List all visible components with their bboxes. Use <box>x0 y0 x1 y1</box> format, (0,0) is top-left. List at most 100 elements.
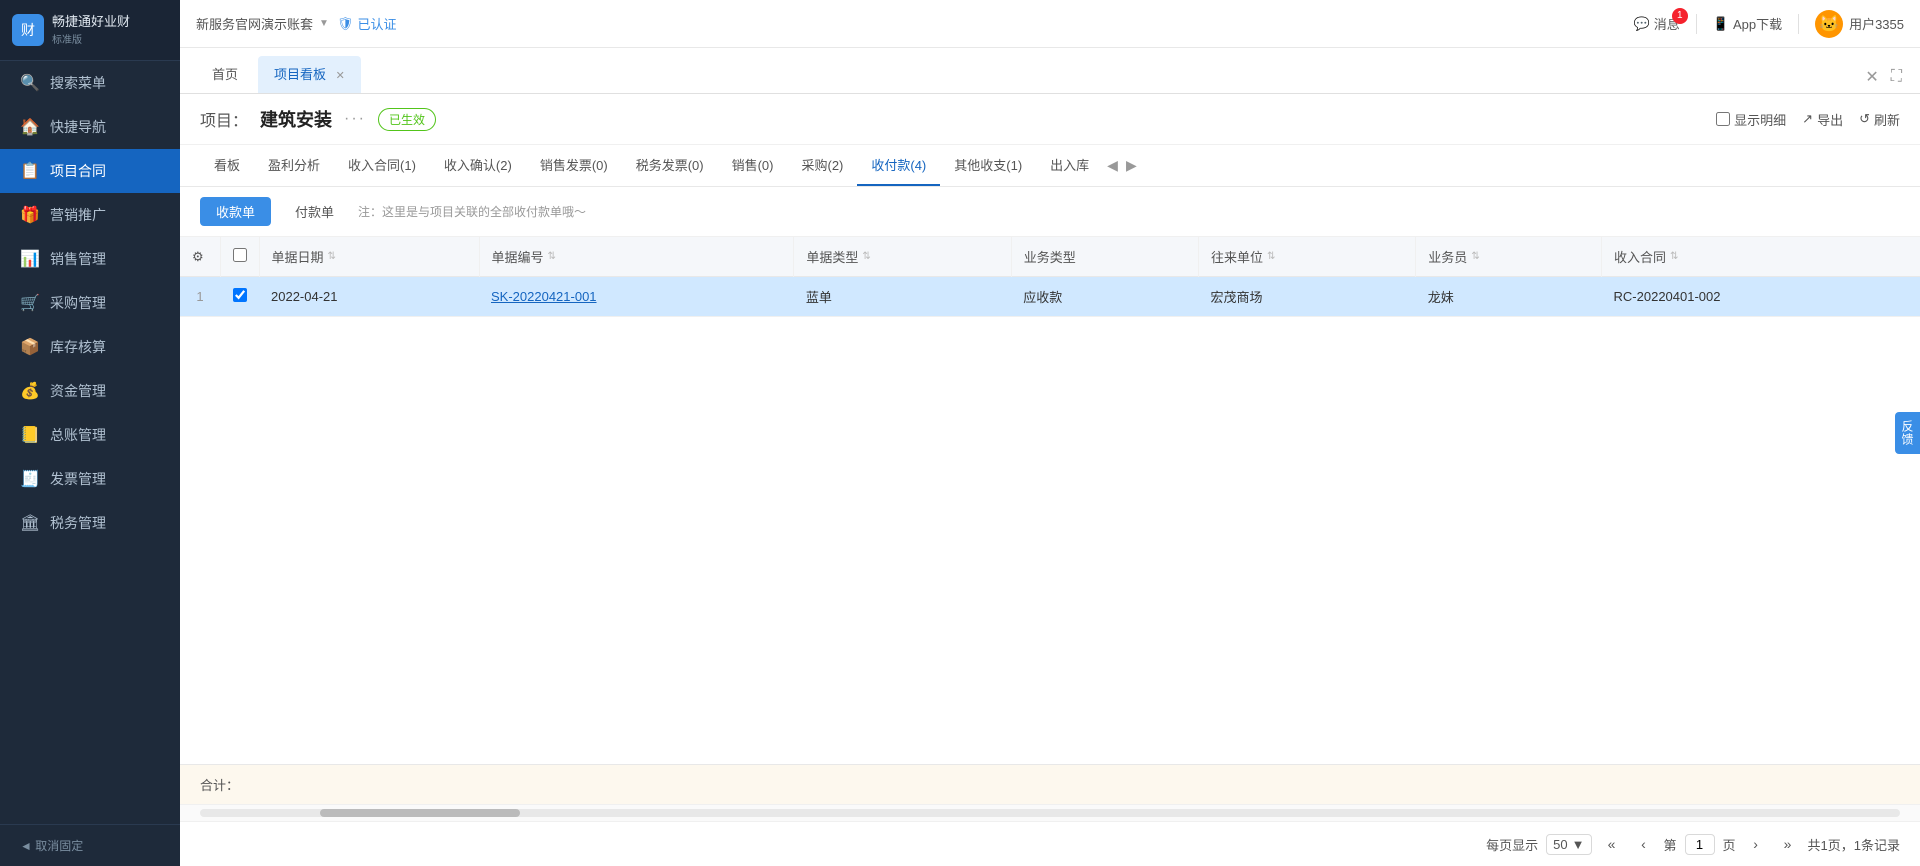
sidebar-item-marketing[interactable]: 🎁 营销推广 <box>0 193 180 237</box>
scroll-track[interactable] <box>200 809 1900 817</box>
sub-nav-income-contract[interactable]: 收入合同(1) <box>334 145 430 186</box>
next-page-button[interactable]: › <box>1744 832 1768 856</box>
row-number-link[interactable]: SK-20220421-001 <box>491 289 597 304</box>
project-title: 建筑安装 <box>260 106 332 132</box>
project-more-button[interactable]: ··· <box>344 110 366 128</box>
sidebar-item-inventory[interactable]: 📦 库存核算 <box>0 325 180 369</box>
sub-nav-income-confirm[interactable]: 收入确认(2) <box>430 145 526 186</box>
sidebar-header: 财 畅捷通好业财 标准版 <box>0 0 180 61</box>
invoice-icon: 🧾 <box>20 469 40 489</box>
search-icon: 🔍 <box>20 73 40 93</box>
prev-page-button[interactable]: ‹ <box>1632 832 1656 856</box>
row-partner: 宏茂商场 <box>1198 277 1415 317</box>
chevron-down-icon: ▼ <box>1572 837 1585 852</box>
first-page-button[interactable]: « <box>1600 832 1624 856</box>
col-number: 单据编号 ⇅ <box>479 237 794 277</box>
sidebar-item-ledger[interactable]: 📒 总账管理 <box>0 413 180 457</box>
sidebar-scroll: 🔍 搜索菜单 🏠 快捷导航 📋 项目合同 🎁 营销推广 📊 销售管理 🛒 采购管… <box>0 61 180 824</box>
show-detail-checkbox[interactable]: 显示明细 <box>1716 110 1786 129</box>
row-checkbox[interactable] <box>233 288 247 302</box>
page-number-input[interactable] <box>1685 834 1715 855</box>
sub-nav-other-expense[interactable]: 其他收支(1) <box>940 145 1036 186</box>
sort-icon[interactable]: ⇅ <box>862 251 870 262</box>
show-detail-input[interactable] <box>1716 112 1730 126</box>
tabbar-actions: ✕ ⛶ <box>1863 65 1904 93</box>
col-gear: ⚙ <box>180 237 220 277</box>
sidebar-item-fund[interactable]: 💰 资金管理 <box>0 369 180 413</box>
sub-nav-receipt[interactable]: 收付款(4) <box>857 145 940 186</box>
sidebar-item-tax[interactable]: 🏛 税务管理 <box>0 501 180 545</box>
col-income-contract: 收入合同 ⇅ <box>1602 237 1920 277</box>
payment-tab-button[interactable]: 付款单 <box>279 197 350 226</box>
col-type: 单据类型 ⇅ <box>794 237 1011 277</box>
sidebar-item-label: 库存核算 <box>50 337 106 357</box>
sub-nav-sales[interactable]: 销售(0) <box>718 145 788 186</box>
sub-nav-tax-invoice[interactable]: 税务发票(0) <box>622 145 718 186</box>
app-name: 畅捷通好业财 <box>52 14 130 31</box>
messages-button[interactable]: 💬 消息 1 <box>1634 14 1680 33</box>
sidebar-item-search[interactable]: 🔍 搜索菜单 <box>0 61 180 105</box>
sidebar-item-purchase[interactable]: 🛒 采购管理 <box>0 281 180 325</box>
expand-icon[interactable]: ⛶ <box>1889 66 1904 88</box>
user-menu[interactable]: 🐱 用户3355 <box>1815 10 1904 38</box>
col-partner-label: 往来单位 <box>1211 247 1263 266</box>
gear-icon[interactable]: ⚙ <box>192 249 204 264</box>
sub-nav-sales-invoice[interactable]: 销售发票(0) <box>526 145 622 186</box>
tab-close-icon[interactable]: ✕ <box>336 70 345 82</box>
marketing-icon: 🎁 <box>20 205 40 225</box>
page-size-selector[interactable]: 50 ▼ <box>1546 834 1591 855</box>
tab-project-board[interactable]: 项目看板 ✕ <box>258 56 361 93</box>
table-container: ⚙ 单据日期 ⇅ 单据编号 <box>180 237 1920 764</box>
tax-icon: 🏛 <box>20 513 40 533</box>
sub-nav-kanban[interactable]: 看板 <box>200 145 254 186</box>
sidebar-unpin-button[interactable]: ◄ 取消固定 <box>0 824 180 866</box>
tab-home[interactable]: 首页 <box>196 56 254 93</box>
account-selector[interactable]: 新服务官网演示账套 ▼ <box>196 14 329 33</box>
show-detail-label: 显示明细 <box>1734 110 1786 129</box>
sub-nav-profit[interactable]: 盈利分析 <box>254 145 334 186</box>
receipt-tab-button[interactable]: 收款单 <box>200 197 271 226</box>
home-icon: 🏠 <box>20 117 40 137</box>
row-type: 蓝单 <box>794 277 1011 317</box>
tab-project-board-label: 项目看板 <box>274 67 326 82</box>
verified-badge: 🛡 已认证 <box>337 14 397 33</box>
project-header: 项目： 建筑安装 ··· 已生效 显示明细 ↗ 导出 ↺ 刷新 <box>180 94 1920 145</box>
sub-nav-warehouse[interactable]: 出入库 <box>1036 145 1103 186</box>
sort-icon[interactable]: ⇅ <box>1471 251 1479 262</box>
sidebar-item-invoice[interactable]: 🧾 发票管理 <box>0 457 180 501</box>
app-download-button[interactable]: 📱 App下载 <box>1713 14 1782 33</box>
select-all-checkbox[interactable] <box>233 248 247 262</box>
sort-icon[interactable]: ⇅ <box>1267 251 1275 262</box>
sidebar-item-label: 税务管理 <box>50 513 106 533</box>
sidebar-item-shortcut[interactable]: 🏠 快捷导航 <box>0 105 180 149</box>
page-suffix: 页 <box>1723 835 1736 854</box>
export-button[interactable]: ↗ 导出 <box>1802 110 1843 129</box>
chevron-down-icon: ▼ <box>319 18 329 29</box>
sort-icon[interactable]: ⇅ <box>328 251 336 262</box>
refresh-button[interactable]: ↺ 刷新 <box>1859 110 1900 129</box>
sales-icon: 📊 <box>20 249 40 269</box>
divider <box>1798 14 1799 34</box>
feedback-button[interactable]: 反馈 <box>1895 412 1920 454</box>
sidebar-item-sales[interactable]: 📊 销售管理 <box>0 237 180 281</box>
last-page-button[interactable]: » <box>1776 832 1800 856</box>
pagination-summary: 共1页，1条记录 <box>1808 835 1900 854</box>
row-date: 2022-04-21 <box>259 277 479 317</box>
sub-nav-next-arrow[interactable]: ▶ <box>1122 149 1141 182</box>
tabbar: 首页 项目看板 ✕ ✕ ⛶ <box>180 48 1920 94</box>
row-checkbox-cell <box>220 277 259 317</box>
table-row[interactable]: 1 2022-04-21 SK-20220421-001 蓝单 应收款 宏茂商场… <box>180 277 1920 317</box>
topbar-left: 新服务官网演示账套 ▼ 🛡 已认证 <box>196 14 1618 33</box>
close-window-icon[interactable]: ✕ <box>1863 65 1880 89</box>
sidebar-item-project[interactable]: 📋 项目合同 <box>0 149 180 193</box>
sub-nav-purchase[interactable]: 采购(2) <box>787 145 857 186</box>
project-header-right: 显示明细 ↗ 导出 ↺ 刷新 <box>1716 110 1900 129</box>
secondary-tab-note: 注：这里是与项目关联的全部收付款单哦～ <box>358 203 586 220</box>
sub-nav-prev-arrow[interactable]: ◀ <box>1103 149 1122 182</box>
sort-icon[interactable]: ⇅ <box>548 251 556 262</box>
app-edition: 标准版 <box>52 31 130 46</box>
sidebar-item-label: 总账管理 <box>50 425 106 445</box>
purchase-icon: 🛒 <box>20 293 40 313</box>
sort-icon[interactable]: ⇅ <box>1670 251 1678 262</box>
scroll-thumb[interactable] <box>320 809 520 817</box>
